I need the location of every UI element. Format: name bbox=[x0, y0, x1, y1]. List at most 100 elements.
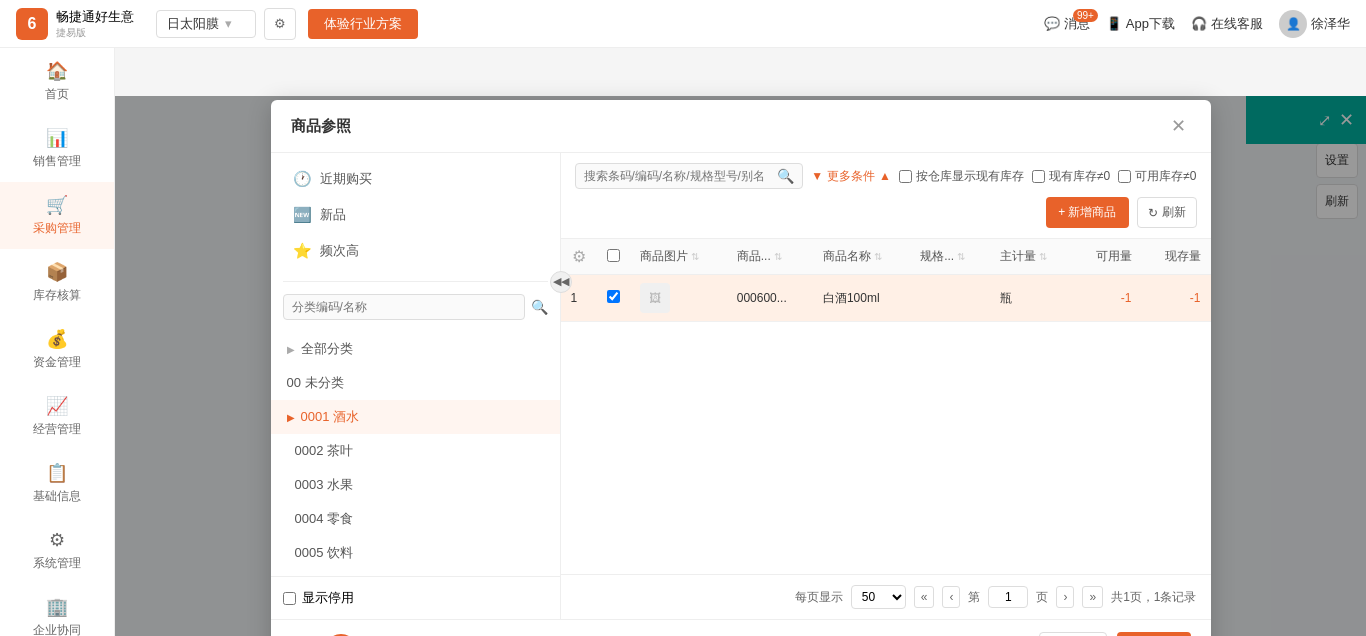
cat-item-0[interactable]: 00 未分类 bbox=[271, 366, 560, 400]
sidebar-item-operations[interactable]: 📈 经营管理 bbox=[0, 383, 114, 450]
logo-text: 畅捷通好生意 捷易版 bbox=[56, 8, 134, 40]
modal-close-btn[interactable]: ✕ bbox=[1167, 114, 1191, 138]
sidebar-item-label: 企业协同 bbox=[33, 622, 81, 636]
warehouse-label: 按仓库显示现有库存 bbox=[916, 168, 1024, 185]
modal-right-content: 🔍 ▼ 更多条件 ▲ 按仓库显示现有库存 bbox=[561, 153, 1211, 619]
confirm-btn[interactable]: 确定 bbox=[1117, 632, 1191, 636]
show-disabled-checkbox[interactable] bbox=[283, 592, 296, 605]
cat-item-5[interactable]: 0005 饮料 bbox=[271, 536, 560, 570]
th-unit-sortable[interactable]: 主计量 ⇅ bbox=[1000, 248, 1062, 265]
td-code: 000600... bbox=[727, 275, 813, 322]
cat-item-3[interactable]: 0003 水果 bbox=[271, 468, 560, 502]
product-search-input[interactable] bbox=[584, 169, 772, 183]
search-icon[interactable]: 🔍 bbox=[777, 168, 794, 184]
th-image: 商品图片 ⇅ bbox=[630, 239, 727, 275]
cat-item-4[interactable]: 0004 零食 bbox=[271, 502, 560, 536]
td-stock: -1 bbox=[1142, 275, 1211, 322]
page-label2: 页 bbox=[1036, 589, 1048, 606]
search-icon[interactable]: 🔍 bbox=[531, 299, 548, 315]
quick-recent-label: 近期购买 bbox=[320, 170, 372, 188]
product-unit: 瓶 bbox=[1000, 291, 1012, 305]
available-filter[interactable]: 可用库存≠0 bbox=[1118, 168, 1196, 185]
highlight-btn[interactable]: 体验行业方案 bbox=[308, 9, 418, 39]
filter-more-btn[interactable]: ▼ 更多条件 ▲ bbox=[811, 168, 891, 185]
prev-page-btn[interactable]: ‹ bbox=[942, 586, 960, 608]
quick-new[interactable]: 🆕 新品 bbox=[283, 199, 548, 231]
message-btn[interactable]: 💬 消息 99+ bbox=[1044, 15, 1090, 33]
last-page-btn[interactable]: » bbox=[1082, 586, 1103, 608]
modal-toolbar: 🔍 ▼ 更多条件 ▲ 按仓库显示现有库存 bbox=[561, 153, 1211, 239]
category-search-input[interactable] bbox=[283, 294, 525, 320]
quick-recent-buy[interactable]: 🕐 近期购买 bbox=[283, 163, 548, 195]
stock-checkbox[interactable] bbox=[1032, 170, 1045, 183]
modal-sidebar: 🕐 近期购买 🆕 新品 ⭐ 频次高 bbox=[271, 153, 561, 619]
th-name-sortable[interactable]: 商品名称 ⇅ bbox=[823, 248, 900, 265]
select-all-checkbox[interactable] bbox=[607, 249, 620, 262]
th-image-sortable[interactable]: 商品图片 ⇅ bbox=[640, 248, 717, 265]
sidebar-item-purchase[interactable]: 🛒 采购管理 bbox=[0, 182, 114, 249]
cat-item-1[interactable]: ▶ 0001 酒水 bbox=[271, 400, 560, 434]
warehouse-checkbox[interactable] bbox=[899, 170, 912, 183]
sidebar-item-sales[interactable]: 📊 销售管理 bbox=[0, 115, 114, 182]
show-disabled-label[interactable]: 显示停用 bbox=[302, 589, 354, 607]
quick-new-label: 新品 bbox=[320, 206, 346, 224]
avatar-icon: 👤 bbox=[1286, 17, 1301, 31]
cat-item-2[interactable]: 0002 茶叶 bbox=[271, 434, 560, 468]
sidebar-item-enterprise[interactable]: 🏢 企业协同 bbox=[0, 584, 114, 636]
add-product-btn[interactable]: + 新增商品 bbox=[1046, 197, 1128, 228]
sidebar-item-label: 采购管理 bbox=[33, 220, 81, 237]
logo-area: 6 畅捷通好生意 捷易版 bbox=[16, 8, 136, 40]
quick-frequent[interactable]: ⭐ 频次高 bbox=[283, 235, 548, 267]
available-checkbox[interactable] bbox=[1118, 170, 1131, 183]
selector-dropdown[interactable]: 日太阳膜 ▾ bbox=[156, 10, 256, 38]
th-spec: 规格... ⇅ bbox=[910, 239, 990, 275]
th-settings: ⚙ bbox=[561, 239, 597, 275]
app-download-btn[interactable]: 📱 App下载 bbox=[1106, 15, 1175, 33]
filter-btn-label: 更多条件 bbox=[827, 168, 875, 185]
th-stock: 现存量 bbox=[1142, 239, 1211, 275]
table-row[interactable]: 1 🖼 bbox=[561, 275, 1211, 322]
cat-item-label: 全部分类 bbox=[301, 340, 353, 358]
column-settings-icon[interactable]: ⚙ bbox=[571, 247, 587, 266]
sidebar-item-system[interactable]: ⚙ 系统管理 bbox=[0, 517, 114, 584]
th-spec-sortable[interactable]: 规格... ⇅ bbox=[920, 248, 980, 265]
product-name: 白酒100ml bbox=[823, 291, 880, 305]
sidebar-item-home[interactable]: 🏠 首页 bbox=[0, 48, 114, 115]
first-page-btn[interactable]: « bbox=[914, 586, 935, 608]
chevron-up-icon: ▲ bbox=[879, 169, 891, 183]
app-label: App下载 bbox=[1126, 15, 1175, 33]
cancel-btn[interactable]: 取消 bbox=[1039, 632, 1107, 636]
sidebar-item-basic-info[interactable]: 📋 基础信息 bbox=[0, 450, 114, 517]
category-list: ▶ 全部分类 00 未分类 ▶ 0001 酒水 0002 茶叶 bbox=[271, 328, 560, 576]
page-number-input[interactable] bbox=[988, 586, 1028, 608]
topnav: 6 畅捷通好生意 捷易版 日太阳膜 ▾ ⚙ 体验行业方案 💬 消息 99+ 📱 … bbox=[0, 0, 1366, 48]
sidebar-item-finance[interactable]: 💰 资金管理 bbox=[0, 316, 114, 383]
user-area[interactable]: 👤 徐泽华 bbox=[1279, 10, 1350, 38]
sidebar-item-inventory[interactable]: 📦 库存核算 bbox=[0, 249, 114, 316]
warehouse-filter[interactable]: 按仓库显示现有库存 bbox=[899, 168, 1024, 185]
quick-access-section: 🕐 近期购买 🆕 新品 ⭐ 频次高 bbox=[271, 153, 560, 277]
next-page-btn[interactable]: › bbox=[1056, 586, 1074, 608]
service-btn[interactable]: 🎧 在线客服 bbox=[1191, 15, 1263, 33]
settings-button[interactable]: ⚙ bbox=[264, 8, 296, 40]
finance-icon: 💰 bbox=[46, 328, 68, 350]
row-checkbox[interactable] bbox=[607, 290, 620, 303]
page-size-select[interactable]: 50 20 100 bbox=[851, 585, 906, 609]
stock-filter[interactable]: 现有库存≠0 bbox=[1032, 168, 1110, 185]
sidebar-divider bbox=[283, 281, 548, 282]
chevron-down-icon: ▾ bbox=[225, 16, 232, 31]
purchase-icon: 🛒 bbox=[46, 194, 68, 216]
sidebar-item-label: 经营管理 bbox=[33, 421, 81, 438]
cat-item-label: 0004 零食 bbox=[295, 510, 354, 528]
cat-arrow-icon: ▶ bbox=[287, 412, 295, 423]
th-available: 可用量 bbox=[1073, 239, 1142, 275]
cat-item-all[interactable]: ▶ 全部分类 bbox=[271, 332, 560, 366]
th-code: 商品... ⇅ bbox=[727, 239, 813, 275]
message-badge: 99+ bbox=[1073, 9, 1098, 22]
available-label: 可用库存≠0 bbox=[1135, 168, 1196, 185]
show-disabled-section: 显示停用 bbox=[271, 576, 560, 619]
th-code-sortable[interactable]: 商品... ⇅ bbox=[737, 248, 803, 265]
collapse-btn[interactable]: ◀◀ bbox=[550, 271, 572, 293]
refresh-product-btn[interactable]: ↻ 刷新 bbox=[1137, 197, 1197, 228]
image-placeholder-icon: 🖼 bbox=[649, 291, 661, 305]
